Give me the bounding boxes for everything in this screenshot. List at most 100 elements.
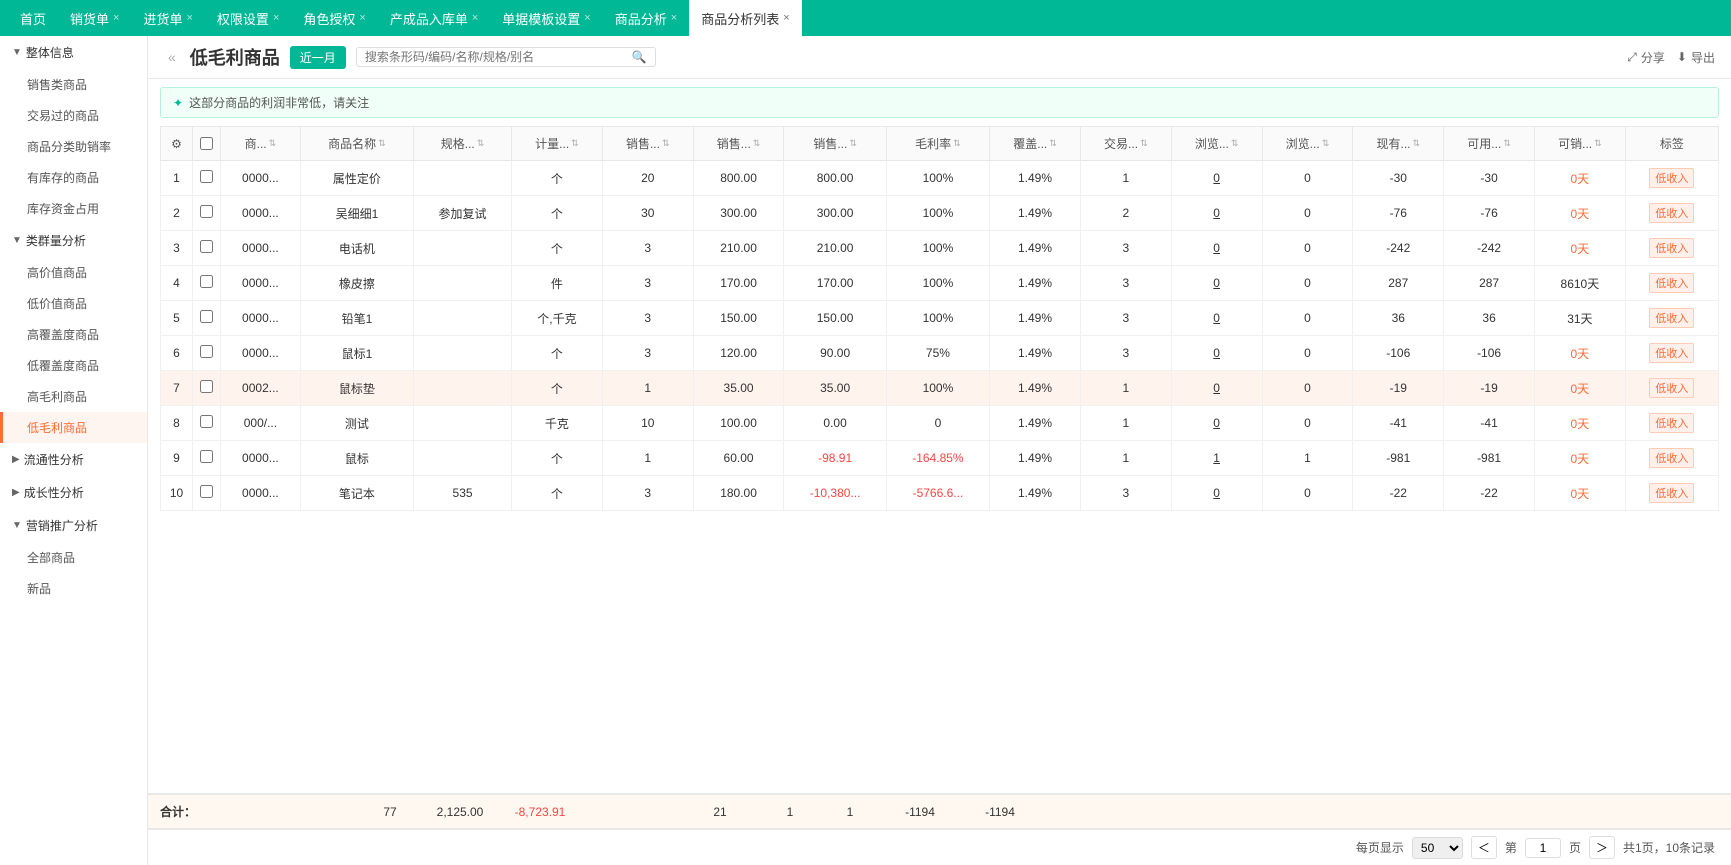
sidebar-item-traded-products[interactable]: 交易过的商品 xyxy=(0,100,147,131)
sidebar-item-low-coverage[interactable]: 低覆盖度商品 xyxy=(0,350,147,381)
th-unit[interactable]: 计量...⇅ xyxy=(512,127,603,161)
sidebar-group-overall[interactable]: ▼ 整体信息 xyxy=(0,36,147,69)
row-view1[interactable]: 0 xyxy=(1171,266,1262,301)
row-checkbox[interactable] xyxy=(200,170,213,183)
search-input[interactable] xyxy=(365,50,632,64)
row-checkbox[interactable] xyxy=(200,205,213,218)
close-icon[interactable]: × xyxy=(671,12,677,24)
close-icon[interactable]: × xyxy=(472,12,478,24)
share-button[interactable]: ⤢ 分享 xyxy=(1627,49,1665,66)
th-checkbox[interactable] xyxy=(193,127,221,161)
nav-sales[interactable]: 销货单 × xyxy=(58,0,131,36)
row-view1[interactable]: 0 xyxy=(1171,371,1262,406)
row-view1[interactable]: 0 xyxy=(1171,406,1262,441)
row-view1[interactable]: 1 xyxy=(1171,441,1262,476)
row-view1[interactable]: 0 xyxy=(1171,336,1262,371)
row-gross-margin: -164.85% xyxy=(886,441,989,476)
row-trade-count: 3 xyxy=(1080,476,1171,511)
close-icon[interactable]: × xyxy=(273,12,279,24)
th-sale-qty[interactable]: 销售...⇅ xyxy=(602,127,693,161)
th-gross-margin[interactable]: 毛利率⇅ xyxy=(886,127,989,161)
page-number-input[interactable] xyxy=(1525,838,1561,858)
row-sellable: 31天 xyxy=(1534,301,1625,336)
nav-product-analysis[interactable]: 商品分析 × xyxy=(603,0,689,36)
nav-permissions[interactable]: 权限设置 × xyxy=(205,0,291,36)
nav-product-analysis-list[interactable]: 商品分析列表 × xyxy=(689,0,801,36)
row-view2: 0 xyxy=(1262,301,1353,336)
select-all-checkbox[interactable] xyxy=(200,137,213,150)
th-sale-price[interactable]: 销售...⇅ xyxy=(693,127,784,161)
row-checkbox[interactable] xyxy=(200,240,213,253)
row-view1[interactable]: 0 xyxy=(1171,476,1262,511)
th-code[interactable]: 商...⇅ xyxy=(221,127,301,161)
next-page-btn[interactable]: ＞ xyxy=(1589,836,1615,859)
close-icon[interactable]: × xyxy=(359,12,365,24)
sidebar-item-in-stock[interactable]: 有库存的商品 xyxy=(0,162,147,193)
period-button[interactable]: 近一月 xyxy=(290,46,346,69)
row-gross-margin: -5766.6... xyxy=(886,476,989,511)
row-spec xyxy=(414,161,512,196)
sidebar-item-high-coverage[interactable]: 高覆盖度商品 xyxy=(0,319,147,350)
sidebar-group-marketing[interactable]: ▼ 营销推广分析 xyxy=(0,509,147,542)
search-icon[interactable]: 🔍 xyxy=(632,50,647,64)
th-settings[interactable]: ⚙ xyxy=(161,127,193,161)
row-view1[interactable]: 0 xyxy=(1171,196,1262,231)
sidebar-item-capital-use[interactable]: 库存资金占用 xyxy=(0,193,147,224)
row-sale-amount: 170.00 xyxy=(784,266,886,301)
sidebar-item-all-products[interactable]: 全部商品 xyxy=(0,542,147,573)
th-sellable[interactable]: 可销...⇅ xyxy=(1534,127,1625,161)
row-available: -22 xyxy=(1444,476,1535,511)
nav-home[interactable]: 首页 xyxy=(8,0,58,36)
sidebar-item-high-value[interactable]: 高价值商品 xyxy=(0,257,147,288)
sidebar-group-circulation[interactable]: ▶ 流通性分析 xyxy=(0,443,147,476)
th-coverage[interactable]: 覆盖...⇅ xyxy=(990,127,1081,161)
row-current-stock: 36 xyxy=(1353,301,1444,336)
footer-total: 合计： 77 2,125.00 -8,723.91 21 1 1 -1194 -… xyxy=(148,793,1731,829)
per-page-select[interactable]: 50 20 100 xyxy=(1412,837,1463,859)
row-checkbox[interactable] xyxy=(200,450,213,463)
table-body: 1 0000... 属性定价 个 20 800.00 800.00 100% 1… xyxy=(161,161,1719,511)
prev-page-btn[interactable]: ＜ xyxy=(1471,836,1497,859)
close-icon[interactable]: × xyxy=(783,12,789,24)
export-button[interactable]: ⬇ 导出 xyxy=(1677,49,1715,66)
th-spec[interactable]: 规格...⇅ xyxy=(414,127,512,161)
th-view1[interactable]: 浏览...⇅ xyxy=(1171,127,1262,161)
close-icon[interactable]: × xyxy=(113,12,119,24)
row-checkbox[interactable] xyxy=(200,415,213,428)
row-coverage: 1.49% xyxy=(990,336,1081,371)
row-checkbox[interactable] xyxy=(200,275,213,288)
th-available[interactable]: 可用...⇅ xyxy=(1444,127,1535,161)
nav-role-auth[interactable]: 角色授权 × xyxy=(291,0,377,36)
sidebar-group-cluster[interactable]: ▼ 类群量分析 xyxy=(0,224,147,257)
row-gross-margin: 0 xyxy=(886,406,989,441)
row-checkbox[interactable] xyxy=(200,380,213,393)
nav-product-in[interactable]: 产成品入库单 × xyxy=(378,0,490,36)
th-sale-amount[interactable]: 销售...⇅ xyxy=(784,127,886,161)
nav-template-settings[interactable]: 单据模板设置 × xyxy=(490,0,602,36)
th-view2[interactable]: 浏览...⇅ xyxy=(1262,127,1353,161)
sidebar-group-growth[interactable]: ▶ 成长性分析 xyxy=(0,476,147,509)
row-view1[interactable]: 0 xyxy=(1171,161,1262,196)
nav-purchase[interactable]: 进货单 × xyxy=(131,0,204,36)
row-view1[interactable]: 0 xyxy=(1171,231,1262,266)
sidebar-item-sales-products[interactable]: 销售类商品 xyxy=(0,69,147,100)
th-trade-count[interactable]: 交易...⇅ xyxy=(1080,127,1171,161)
th-name[interactable]: 商品名称⇅ xyxy=(300,127,413,161)
row-checkbox[interactable] xyxy=(200,345,213,358)
close-icon[interactable]: × xyxy=(186,12,192,24)
th-tag[interactable]: 标签 xyxy=(1625,127,1718,161)
settings-icon[interactable]: ⚙ xyxy=(171,137,182,151)
close-icon[interactable]: × xyxy=(584,12,590,24)
row-gross-margin: 100% xyxy=(886,371,989,406)
sidebar-item-category-rate[interactable]: 商品分类助销率 xyxy=(0,131,147,162)
row-checkbox[interactable] xyxy=(200,485,213,498)
th-current-stock[interactable]: 现有...⇅ xyxy=(1353,127,1444,161)
row-coverage: 1.49% xyxy=(990,441,1081,476)
row-checkbox[interactable] xyxy=(200,310,213,323)
sidebar-item-new-products[interactable]: 新品 xyxy=(0,573,147,604)
sidebar-item-high-margin[interactable]: 高毛利商品 xyxy=(0,381,147,412)
row-view1[interactable]: 0 xyxy=(1171,301,1262,336)
sidebar-item-low-margin[interactable]: 低毛利商品 xyxy=(0,412,147,443)
sidebar-item-low-value[interactable]: 低价值商品 xyxy=(0,288,147,319)
sidebar-collapse-btn[interactable]: « xyxy=(164,49,180,65)
